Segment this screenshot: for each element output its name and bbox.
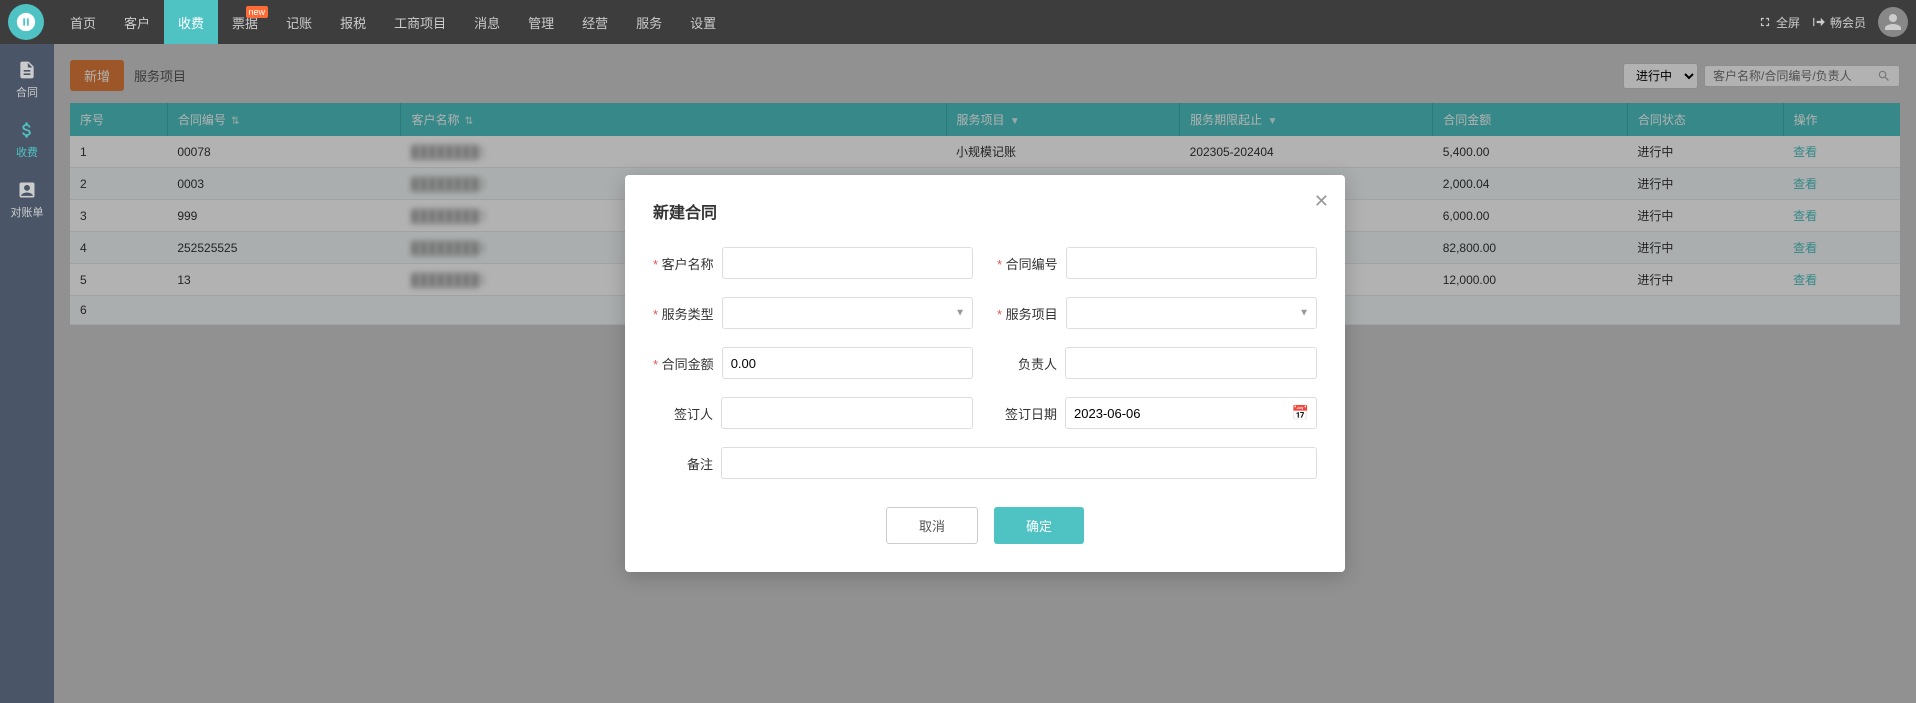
signer-input[interactable] [721,397,973,429]
nav-service[interactable]: 服务 [622,0,676,44]
contract-no-label: 合同编号 [997,254,1058,273]
fullscreen-button[interactable]: 全屏 [1758,14,1800,31]
top-nav: 首页 客户 收费 票据 new 记账 报税 工商项目 消息 管理 经营 服务 设… [0,0,1916,44]
customer-label: 客户名称 [653,254,714,273]
nav-manage[interactable]: 管理 [514,0,568,44]
nav-message[interactable]: 消息 [460,0,514,44]
service-type-label: 服务类型 [653,304,714,323]
form-group-customer: 客户名称 [653,247,973,279]
responsible-input[interactable] [1065,347,1317,379]
form-row-3: 合同金额 0.00 负责人 [653,347,1317,379]
notes-input[interactable] [721,447,1317,479]
service-type-select[interactable] [722,297,973,329]
sidebar-item-statement[interactable]: 对账单 [3,172,51,228]
nav-customer[interactable]: 客户 [110,0,164,44]
modal-new-contract: ✕ 新建合同 客户名称 合同编号 服务类型 [625,175,1345,572]
signer-label: 签订人 [653,404,713,423]
nav-bookkeeping[interactable]: 记账 [272,0,326,44]
form-row-5: 备注 [653,447,1317,479]
service-item-select-wrapper [1066,297,1317,329]
form-group-amount: 合同金额 0.00 [653,347,973,379]
amount-label: 合同金额 [653,354,714,373]
nav-business[interactable]: 工商项目 [380,0,460,44]
modal-close-button[interactable]: ✕ [1314,191,1329,212]
nav-items: 首页 客户 收费 票据 new 记账 报税 工商项目 消息 管理 经营 服务 设… [56,0,1758,44]
modal-overlay: ✕ 新建合同 客户名称 合同编号 服务类型 [54,44,1916,703]
nav-settings[interactable]: 设置 [676,0,730,44]
modal-title: 新建合同 [653,199,1317,223]
nav-invoice[interactable]: 票据 new [218,0,272,44]
form-row-4: 签订人 签订日期 2023-06-06 📅 [653,397,1317,429]
content-area: 新增 服务项目 进行中 已完成 已终止 序号 合同编号 ⇅ [54,44,1916,703]
confirm-button[interactable]: 确定 [994,507,1084,544]
date-input-wrapper: 2023-06-06 📅 [1065,397,1317,429]
nav-operation[interactable]: 经营 [568,0,622,44]
form-group-service-item: 服务项目 [997,297,1317,329]
form-group-signer: 签订人 [653,397,973,429]
sidebar: 合同 收费 对账单 [0,44,54,703]
service-item-label: 服务项目 [997,304,1058,323]
nav-right: 全屏 畅会员 [1758,7,1908,37]
contract-no-input[interactable] [1066,247,1317,279]
sign-date-input[interactable]: 2023-06-06 [1065,397,1317,429]
sidebar-item-billing[interactable]: 收费 [3,112,51,168]
sign-date-label: 签订日期 [997,404,1057,423]
new-badge: new [246,6,269,18]
logo[interactable] [8,4,44,40]
nav-home[interactable]: 首页 [56,0,110,44]
service-item-select[interactable] [1066,297,1317,329]
calendar-icon[interactable]: 📅 [1292,405,1309,422]
main-layout: 合同 收费 对账单 新增 服务项目 进行中 已完成 已终止 [0,44,1916,703]
responsible-label: 负责人 [997,354,1057,373]
sidebar-item-contract[interactable]: 合同 [3,52,51,108]
notes-label: 备注 [653,454,713,473]
service-type-select-wrapper [722,297,973,329]
nav-tax[interactable]: 报税 [326,0,380,44]
member-button[interactable]: 畅会员 [1812,14,1866,31]
amount-input[interactable]: 0.00 [722,347,973,379]
form-group-service-type: 服务类型 [653,297,973,329]
avatar[interactable] [1878,7,1908,37]
form-group-responsible: 负责人 [997,347,1317,379]
customer-name-input[interactable] [722,247,973,279]
nav-billing[interactable]: 收费 [164,0,218,44]
form-group-contract-no: 合同编号 [997,247,1317,279]
cancel-button[interactable]: 取消 [886,507,978,544]
form-row-1: 客户名称 合同编号 [653,247,1317,279]
form-row-2: 服务类型 服务项目 [653,297,1317,329]
modal-footer: 取消 确定 [653,507,1317,544]
form-group-sign-date: 签订日期 2023-06-06 📅 [997,397,1317,429]
form-group-notes: 备注 [653,447,1317,479]
